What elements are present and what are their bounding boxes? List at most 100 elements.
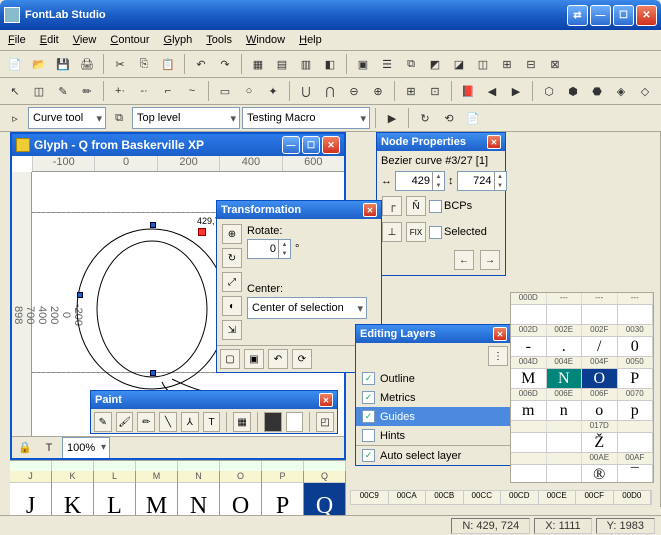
palette-glyph[interactable]: [547, 305, 583, 324]
tool-j[interactable]: ◫: [472, 53, 494, 75]
palette-glyph[interactable]: ¯: [618, 465, 654, 483]
node-panel-close[interactable]: ✕: [487, 135, 501, 149]
glyph-close-button[interactable]: ✕: [322, 136, 340, 154]
layer-icon[interactable]: ⧉: [108, 107, 130, 129]
palette-glyph[interactable]: [618, 433, 654, 452]
paint-panel-close[interactable]: ✕: [319, 393, 333, 407]
palette-glyph[interactable]: [582, 305, 618, 324]
node-x-input[interactable]: ▲▼: [395, 171, 445, 191]
tool-b[interactable]: ▤: [271, 53, 293, 75]
trans-tool-2[interactable]: ↻: [222, 248, 242, 268]
menu-contour[interactable]: Contour: [110, 34, 149, 46]
menu-window[interactable]: Window: [246, 34, 285, 46]
corner-icon[interactable]: ⌐: [157, 80, 179, 102]
lock-icon[interactable]: 🔒: [14, 437, 36, 459]
palette-glyph[interactable]: ®: [582, 465, 618, 483]
menu-view[interactable]: View: [73, 34, 97, 46]
cut-icon[interactable]: ✂: [109, 53, 131, 75]
polyline-icon[interactable]: ⅄: [181, 412, 199, 432]
unicode-cell[interactable]: 00CE: [539, 491, 577, 504]
palette-glyph[interactable]: /: [582, 337, 618, 356]
node[interactable]: [77, 292, 83, 298]
palette-glyph[interactable]: m: [511, 401, 547, 420]
layer-checkbox[interactable]: ✓: [362, 372, 375, 385]
trans-b4[interactable]: ⟳: [292, 349, 312, 369]
text-icon[interactable]: T: [38, 437, 60, 459]
trans-panel-titlebar[interactable]: Transformation ✕: [217, 201, 381, 219]
group3-icon[interactable]: ⬣: [586, 80, 608, 102]
group2-icon[interactable]: ⬢: [562, 80, 584, 102]
layer-checkbox[interactable]: [362, 429, 375, 442]
group1-icon[interactable]: ⬡: [538, 80, 560, 102]
palette-glyph[interactable]: [547, 465, 583, 483]
trans-panel-close[interactable]: ✕: [363, 203, 377, 217]
palette-glyph[interactable]: O: [582, 369, 618, 388]
minimize-button[interactable]: —: [590, 5, 611, 26]
merge-icon[interactable]: ⊕: [367, 80, 389, 102]
menu-glyph[interactable]: Glyph: [164, 34, 193, 46]
text-tool-icon[interactable]: T: [203, 412, 221, 432]
palette-glyph[interactable]: -: [511, 337, 547, 356]
palette-glyph[interactable]: p: [618, 401, 654, 420]
trans-b2[interactable]: ▣: [244, 349, 264, 369]
menu-edit[interactable]: Edit: [40, 34, 59, 46]
tool-f[interactable]: ☰: [376, 53, 398, 75]
restart-icon[interactable]: ⟲: [438, 107, 460, 129]
maximize-button[interactable]: ☐: [613, 5, 634, 26]
tool-m[interactable]: ⊠: [544, 53, 566, 75]
next-icon[interactable]: ▶: [505, 80, 527, 102]
star-icon[interactable]: ✦: [262, 80, 284, 102]
unicode-cell[interactable]: 00C9: [351, 491, 389, 504]
layers-menu-icon[interactable]: ⋮: [488, 346, 508, 366]
prev-node-button[interactable]: ←: [454, 250, 474, 270]
palette-glyph[interactable]: Ž: [582, 433, 618, 452]
union-icon[interactable]: ⋃: [295, 80, 317, 102]
rotate-input[interactable]: ▲▼: [247, 239, 291, 259]
next-node-button[interactable]: →: [480, 250, 500, 270]
unicode-cell[interactable]: 00CA: [389, 491, 427, 504]
print-icon[interactable]: 🖨: [76, 53, 98, 75]
palette-glyph[interactable]: P: [618, 369, 654, 388]
paint-bg[interactable]: [286, 412, 304, 432]
trans-tool-4[interactable]: ◐: [222, 296, 242, 316]
subtract-icon[interactable]: ⊖: [343, 80, 365, 102]
palette-glyph[interactable]: [511, 305, 547, 324]
layer-checkbox[interactable]: ✓: [362, 391, 375, 404]
bcps-checkbox[interactable]: [429, 200, 442, 213]
book-icon[interactable]: 📕: [457, 80, 479, 102]
palette-glyph[interactable]: [511, 465, 547, 483]
menu-file[interactable]: File: [8, 34, 26, 46]
undo-icon[interactable]: ↶: [190, 53, 212, 75]
paint-extra[interactable]: ◰: [316, 412, 334, 432]
menu-tools[interactable]: Tools: [206, 34, 232, 46]
trans-b3[interactable]: ↶: [268, 349, 288, 369]
layer-item-outline[interactable]: ✓Outline: [356, 369, 511, 388]
open-icon[interactable]: 📂: [28, 53, 50, 75]
tool-e[interactable]: ▣: [352, 53, 374, 75]
pen-icon[interactable]: ✏: [76, 80, 98, 102]
tool-a[interactable]: ▦: [247, 53, 269, 75]
menu-help[interactable]: Help: [299, 34, 322, 46]
tool-i[interactable]: ◪: [448, 53, 470, 75]
close-button[interactable]: ✕: [636, 5, 657, 26]
trans-tool-5[interactable]: ⇲: [222, 320, 242, 340]
node[interactable]: [150, 222, 156, 228]
palette-glyph[interactable]: [511, 433, 547, 452]
group4-icon[interactable]: ◈: [610, 80, 632, 102]
add-node-icon[interactable]: +·: [109, 80, 131, 102]
paint-panel-titlebar[interactable]: Paint ✕: [91, 391, 337, 409]
eraser-icon[interactable]: ◫: [28, 80, 50, 102]
group5-icon[interactable]: ◇: [634, 80, 656, 102]
brush2-icon[interactable]: ✏: [137, 412, 155, 432]
palette-glyph[interactable]: .: [547, 337, 583, 356]
play-icon[interactable]: ▶: [381, 107, 403, 129]
selected-checkbox[interactable]: [429, 226, 442, 239]
circle-icon[interactable]: ○: [238, 80, 260, 102]
grid-icon[interactable]: ⊞: [400, 80, 422, 102]
palette-glyph[interactable]: n: [547, 401, 583, 420]
tool-l[interactable]: ⊟: [520, 53, 542, 75]
node-panel-titlebar[interactable]: Node Properties ✕: [377, 133, 505, 151]
paste-icon[interactable]: 📋: [157, 53, 179, 75]
line-icon[interactable]: ╲: [159, 412, 177, 432]
paint-fg[interactable]: [264, 412, 282, 432]
